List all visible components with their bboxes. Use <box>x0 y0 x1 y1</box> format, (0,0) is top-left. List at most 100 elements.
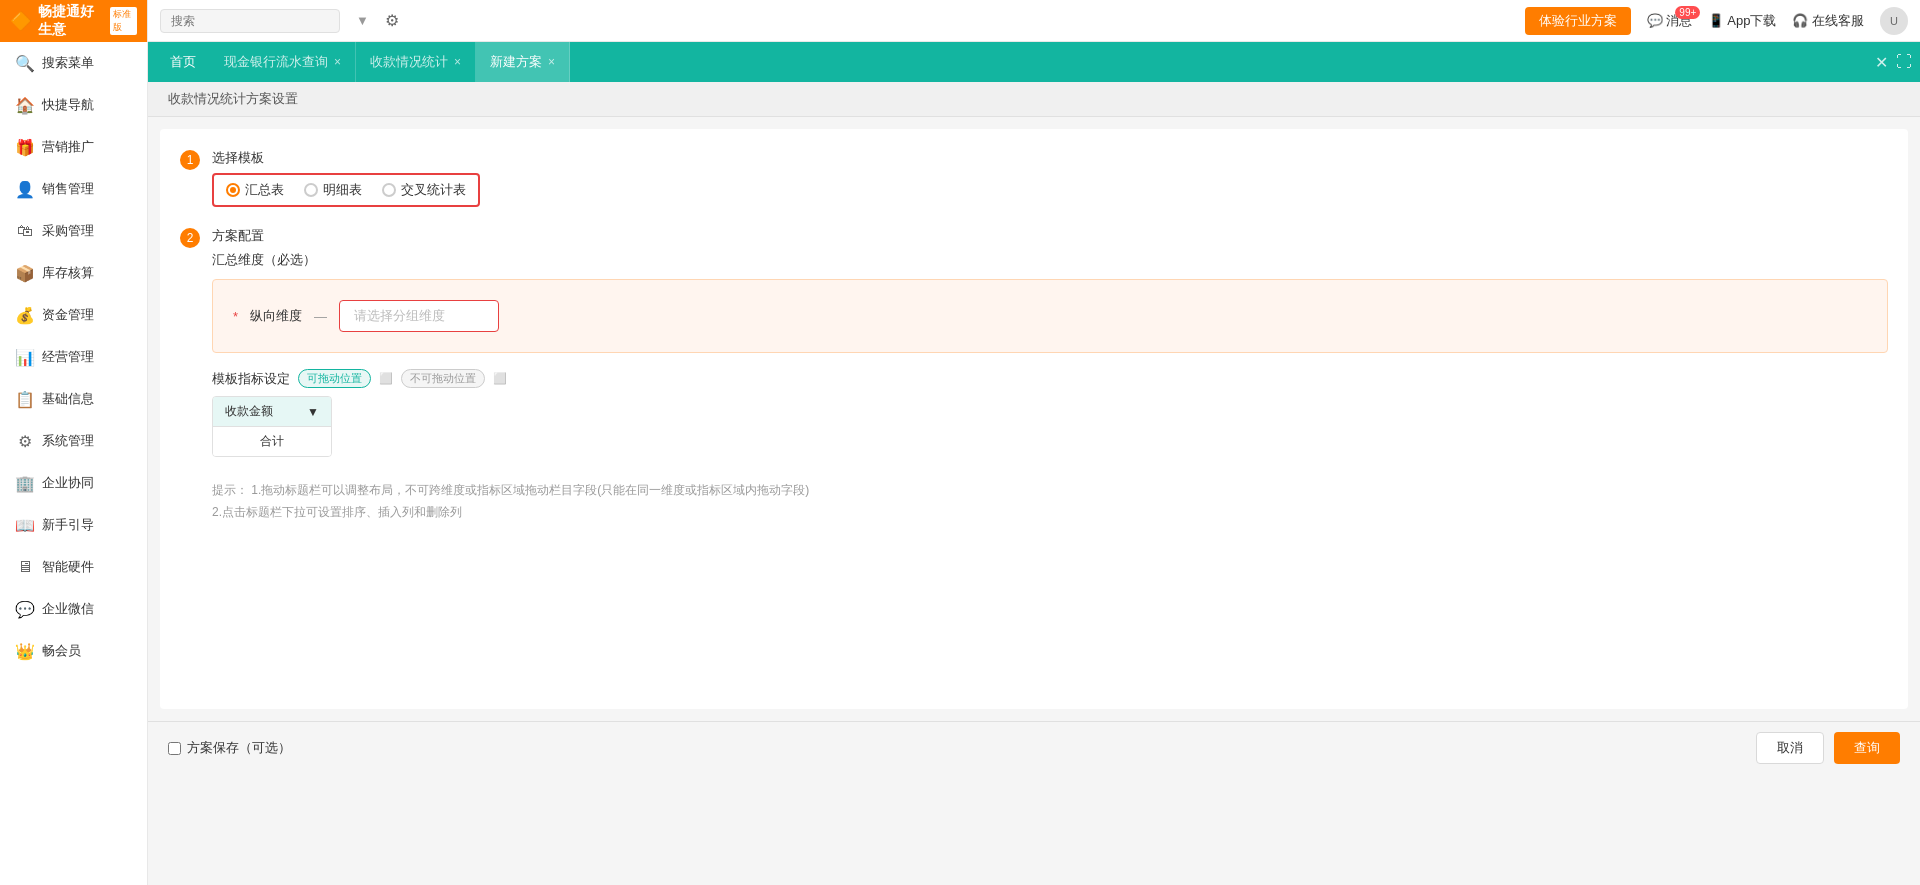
save-checkbox[interactable] <box>168 742 181 755</box>
template-radio-group: 汇总表 明细表 交叉统计表 <box>212 173 480 207</box>
tab-receipt-stats[interactable]: 收款情况统计 × <box>356 42 476 82</box>
sidebar-item-member[interactable]: 👑 畅会员 <box>0 630 147 672</box>
search-input[interactable] <box>160 9 340 33</box>
enterprise-coop-icon: 🏢 <box>16 474 34 492</box>
sidebar-item-enterprise-coop[interactable]: 🏢 企业协同 <box>0 462 147 504</box>
sidebar-item-purchase[interactable]: 🛍 采购管理 <box>0 210 147 252</box>
sidebar-label-wechat: 企业微信 <box>42 600 94 618</box>
quick-nav-icon: 🏠 <box>16 96 34 114</box>
stat-table-header: 收款金额 ▼ <box>213 397 331 427</box>
tabbar: 首页 现金银行流水查询 × 收款情况统计 × 新建方案 × ✕ ⛶ <box>148 42 1920 82</box>
footer: 方案保存（可选） 取消 查询 <box>148 721 1920 774</box>
tab-new-plan[interactable]: 新建方案 × <box>476 42 570 82</box>
dropdown-arrow-icon[interactable]: ▼ <box>356 13 369 28</box>
sidebar-item-marketing[interactable]: 🎁 营销推广 <box>0 126 147 168</box>
topbar: ▼ ⚙ 体验行业方案 💬 消息 99+ 📱 App下载 🎧 在线客服 U <box>148 0 1920 42</box>
sidebar-item-quick-nav[interactable]: 🏠 快捷导航 <box>0 84 147 126</box>
app-download-btn[interactable]: 📱 App下载 <box>1708 12 1776 30</box>
sidebar-label-enterprise-coop: 企业协同 <box>42 474 94 492</box>
tab-close-cash-flow[interactable]: × <box>334 56 341 68</box>
sidebar: 🔶 畅捷通好生意 标准版 🔍 搜索菜单 🏠 快捷导航 🎁 营销推广 👤 销售管理… <box>0 0 148 885</box>
online-service-btn[interactable]: 🎧 在线客服 <box>1792 12 1864 30</box>
gear-icon[interactable]: ⚙ <box>385 11 399 30</box>
beginner-icon: 📖 <box>16 516 34 534</box>
notif-badge: 99+ <box>1675 6 1700 19</box>
sidebar-item-capital[interactable]: 💰 资金管理 <box>0 294 147 336</box>
query-button[interactable]: 查询 <box>1834 732 1900 764</box>
cancel-button[interactable]: 取消 <box>1756 732 1824 764</box>
tab-cash-flow[interactable]: 现金银行流水查询 × <box>210 42 356 82</box>
dimension-row-label: 纵向维度 <box>250 307 302 325</box>
dimension-area: * 纵向维度 — 请选择分组维度 <box>212 279 1888 353</box>
save-check-group: 方案保存（可选） <box>168 739 291 757</box>
tab-home[interactable]: 首页 <box>156 42 210 82</box>
non-draggable-indicator: ⬜ <box>493 372 507 385</box>
inventory-icon: 📦 <box>16 264 34 282</box>
logo-icon: 🔶 <box>10 10 32 32</box>
sidebar-item-wechat[interactable]: 💬 企业微信 <box>0 588 147 630</box>
sidebar-label-system: 系统管理 <box>42 432 94 450</box>
tabbar-actions: ✕ ⛶ <box>1875 53 1912 72</box>
stat-dropdown-icon[interactable]: ▼ <box>307 405 319 419</box>
step1-badge: 1 <box>180 150 200 170</box>
step2-badge: 2 <box>180 228 200 248</box>
step2-section: 2 方案配置 汇总维度（必选） * 纵向维度 — 请选择分组维度 <box>180 227 1888 523</box>
non-draggable-badge: 不可拖动位置 <box>401 369 485 388</box>
sidebar-item-basic-info[interactable]: 📋 基础信息 <box>0 378 147 420</box>
form-area: 1 选择模板 汇总表 明细表 交叉统 <box>160 129 1908 709</box>
search-menu-icon: 🔍 <box>16 54 34 72</box>
download-icon: 📱 <box>1708 13 1724 28</box>
sidebar-logo: 🔶 畅捷通好生意 标准版 <box>0 0 147 42</box>
content-area: 收款情况统计方案设置 1 选择模板 汇总表 明细表 <box>148 82 1920 885</box>
industry-btn[interactable]: 体验行业方案 <box>1525 7 1631 35</box>
sidebar-item-search-menu[interactable]: 🔍 搜索菜单 <box>0 42 147 84</box>
sidebar-label-search-menu: 搜索菜单 <box>42 54 94 72</box>
operations-icon: 📊 <box>16 348 34 366</box>
sidebar-item-system[interactable]: ⚙ 系统管理 <box>0 420 147 462</box>
step1-section: 1 选择模板 汇总表 明细表 交叉统 <box>180 149 1888 207</box>
purchase-icon: 🛍 <box>16 222 34 240</box>
edition-badge: 标准版 <box>110 7 137 35</box>
tips-area: 提示： 1.拖动标题栏可以调整布局，不可跨维度或指标区域拖动栏目字段(只能在同一… <box>212 480 1888 523</box>
required-star: * <box>233 309 238 324</box>
marketing-icon: 🎁 <box>16 138 34 156</box>
sidebar-item-beginner[interactable]: 📖 新手引导 <box>0 504 147 546</box>
user-avatar[interactable]: U <box>1880 7 1908 35</box>
sidebar-item-smart-hw[interactable]: 🖥 智能硬件 <box>0 546 147 588</box>
tab-maximize-btn[interactable]: ⛶ <box>1896 53 1912 71</box>
radio-cross[interactable]: 交叉统计表 <box>382 181 466 199</box>
radio-dot-summary <box>226 183 240 197</box>
sidebar-label-capital: 资金管理 <box>42 306 94 324</box>
arrow-icon: — <box>314 309 327 324</box>
sidebar-label-inventory: 库存核算 <box>42 264 94 282</box>
radio-dot-cross <box>382 183 396 197</box>
sidebar-label-quick-nav: 快捷导航 <box>42 96 94 114</box>
tab-close-receipt-stats[interactable]: × <box>454 56 461 68</box>
step2-label: 方案配置 <box>212 227 1888 245</box>
member-icon: 👑 <box>16 642 34 660</box>
service-icon: 🎧 <box>1792 13 1808 28</box>
notification-btn[interactable]: 💬 消息 99+ <box>1647 12 1693 30</box>
page-title-bar: 收款情况统计方案设置 <box>148 82 1920 117</box>
tip-1: 提示： 1.拖动标题栏可以调整布局，不可跨维度或指标区域拖动栏目字段(只能在同一… <box>212 480 1888 502</box>
sidebar-label-purchase: 采购管理 <box>42 222 94 240</box>
sidebar-label-sales: 销售管理 <box>42 180 94 198</box>
radio-summary[interactable]: 汇总表 <box>226 181 284 199</box>
radio-dot-detail <box>304 183 318 197</box>
dimension-select[interactable]: 请选择分组维度 <box>339 300 499 332</box>
basic-info-icon: 📋 <box>16 390 34 408</box>
sidebar-label-beginner: 新手引导 <box>42 516 94 534</box>
main-area: ▼ ⚙ 体验行业方案 💬 消息 99+ 📱 App下载 🎧 在线客服 U 首页 <box>148 0 1920 885</box>
dimension-config: 汇总维度（必选） * 纵向维度 — 请选择分组维度 <box>212 251 1888 353</box>
page-title: 收款情况统计方案设置 <box>168 91 298 106</box>
step2-content: 方案配置 汇总维度（必选） * 纵向维度 — 请选择分组维度 <box>212 227 1888 523</box>
sidebar-item-inventory[interactable]: 📦 库存核算 <box>0 252 147 294</box>
tab-close-new-plan[interactable]: × <box>548 56 555 68</box>
radio-detail[interactable]: 明细表 <box>304 181 362 199</box>
sidebar-label-member: 畅会员 <box>42 642 81 660</box>
sidebar-item-sales[interactable]: 👤 销售管理 <box>0 168 147 210</box>
tab-close-all-btn[interactable]: ✕ <box>1875 53 1888 72</box>
sidebar-label-smart-hw: 智能硬件 <box>42 558 94 576</box>
sidebar-label-operations: 经营管理 <box>42 348 94 366</box>
sidebar-item-operations[interactable]: 📊 经营管理 <box>0 336 147 378</box>
